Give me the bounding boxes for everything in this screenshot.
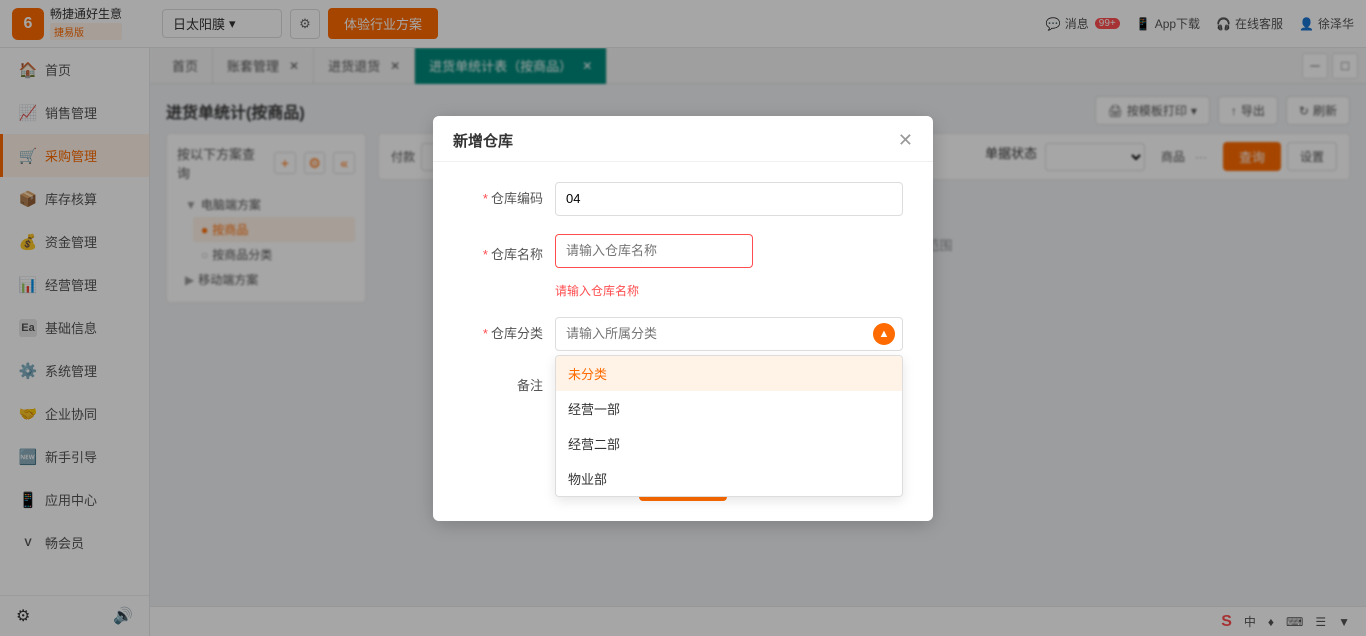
code-label: 仓库编码 xyxy=(463,182,543,207)
category-dropdown: ▲ 未分类 经营一部 经营二部 物业部 xyxy=(555,317,903,351)
dropdown-item-uncategorized[interactable]: 未分类 xyxy=(556,356,902,391)
note-label: 备注 xyxy=(463,369,543,394)
name-input[interactable] xyxy=(555,234,753,268)
name-label: 仓库名称 xyxy=(463,238,543,263)
modal-body: 仓库编码 仓库名称 请输入仓库名称 仓库分类 ▲ xyxy=(433,162,933,467)
category-input[interactable] xyxy=(555,317,903,351)
dropdown-item-property[interactable]: 物业部 xyxy=(556,461,902,496)
code-field-row: 仓库编码 xyxy=(463,182,903,216)
category-label: 仓库分类 xyxy=(463,317,543,342)
modal-overlay: 新增仓库 ✕ 仓库编码 仓库名称 请输入仓库名称 仓库分类 xyxy=(0,0,1366,636)
dropdown-item-dept2[interactable]: 经营二部 xyxy=(556,426,902,461)
add-warehouse-modal: 新增仓库 ✕ 仓库编码 仓库名称 请输入仓库名称 仓库分类 xyxy=(433,116,933,521)
category-field-row: 仓库分类 ▲ 未分类 经营一部 经营二部 物业部 xyxy=(463,317,903,351)
modal-title: 新增仓库 xyxy=(453,130,513,151)
category-dropdown-list: 未分类 经营一部 经营二部 物业部 xyxy=(555,355,903,497)
name-field-row: 仓库名称 请输入仓库名称 xyxy=(463,234,903,299)
code-input[interactable] xyxy=(555,182,903,216)
name-error-msg: 请输入仓库名称 xyxy=(555,282,639,299)
modal-header: 新增仓库 ✕ xyxy=(433,116,933,162)
dropdown-toggle-button[interactable]: ▲ xyxy=(873,323,895,345)
modal-close-button[interactable]: ✕ xyxy=(898,130,913,151)
dropdown-item-dept1[interactable]: 经营一部 xyxy=(556,391,902,426)
